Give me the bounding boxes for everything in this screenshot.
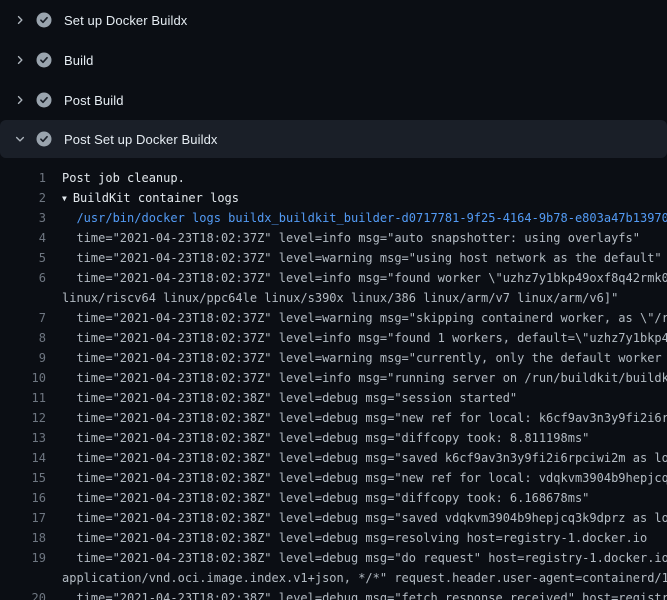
log-line-number[interactable] <box>0 288 46 308</box>
log-line-number[interactable]: 13 <box>0 428 46 448</box>
log-line-number[interactable]: 20 <box>0 588 46 600</box>
log-line-number[interactable]: 3 <box>0 208 46 228</box>
check-circle-icon <box>36 12 52 28</box>
step-list: Set up Docker Buildx Build Post Build Po… <box>0 0 667 158</box>
log-line-number[interactable]: 1 <box>0 168 46 188</box>
log-line: 2 ▼BuildKit container logs <box>0 188 667 208</box>
step-row[interactable]: Post Set up Docker Buildx <box>0 120 667 158</box>
log-line-number[interactable]: 15 <box>0 468 46 488</box>
log-line: 20 time="2021-04-23T18:02:38Z" level=deb… <box>0 588 667 600</box>
log-line-number[interactable]: 8 <box>0 328 46 348</box>
log-line-number[interactable]: 11 <box>0 388 46 408</box>
log-line-text: time="2021-04-23T18:02:38Z" level=debug … <box>62 448 667 468</box>
log-line-number[interactable]: 16 <box>0 488 46 508</box>
log-line: 4 time="2021-04-23T18:02:37Z" level=info… <box>0 228 667 248</box>
collapse-triangle-icon: ▼ <box>62 189 67 208</box>
log-line-text: time="2021-04-23T18:02:38Z" level=debug … <box>62 428 589 448</box>
log-line-text: time="2021-04-23T18:02:38Z" level=debug … <box>62 588 667 600</box>
check-circle-icon <box>36 131 52 147</box>
log-line-number[interactable]: 4 <box>0 228 46 248</box>
log-line: 5 time="2021-04-23T18:02:37Z" level=warn… <box>0 248 667 268</box>
chevron-right-icon <box>12 92 28 108</box>
log-line: 13 time="2021-04-23T18:02:38Z" level=deb… <box>0 428 667 448</box>
step-row[interactable]: Set up Docker Buildx <box>0 0 667 40</box>
log-line: linux/riscv64 linux/ppc64le linux/s390x … <box>0 288 667 308</box>
log-line-text: linux/riscv64 linux/ppc64le linux/s390x … <box>62 288 618 308</box>
log-line-number[interactable]: 17 <box>0 508 46 528</box>
log-line-number[interactable]: 18 <box>0 528 46 548</box>
chevron-right-icon <box>12 52 28 68</box>
log-line-text: time="2021-04-23T18:02:37Z" level=info m… <box>62 268 667 288</box>
log-line: 3 /usr/bin/docker logs buildx_buildkit_b… <box>0 208 667 228</box>
log-line: 7 time="2021-04-23T18:02:37Z" level=warn… <box>0 308 667 328</box>
log-line-number[interactable]: 6 <box>0 268 46 288</box>
log-line-text: time="2021-04-23T18:02:38Z" level=debug … <box>62 488 589 508</box>
log-line-number[interactable]: 14 <box>0 448 46 468</box>
step-title: Post Build <box>64 93 124 108</box>
step-title: Build <box>64 53 93 68</box>
check-circle-icon <box>36 52 52 68</box>
log-line-text: time="2021-04-23T18:02:38Z" level=debug … <box>62 548 667 568</box>
log-line-text[interactable]: ▼BuildKit container logs <box>62 188 239 208</box>
log-line: 16 time="2021-04-23T18:02:38Z" level=deb… <box>0 488 667 508</box>
log-line-number[interactable]: 12 <box>0 408 46 428</box>
log-line-text: time="2021-04-23T18:02:38Z" level=debug … <box>62 388 517 408</box>
log-line-text: time="2021-04-23T18:02:37Z" level=info m… <box>62 368 667 388</box>
step-title: Post Set up Docker Buildx <box>64 132 218 147</box>
log-line-number[interactable]: 10 <box>0 368 46 388</box>
log-line-text: Post job cleanup. <box>62 168 185 188</box>
log-line: 17 time="2021-04-23T18:02:38Z" level=deb… <box>0 508 667 528</box>
log-line-text: time="2021-04-23T18:02:38Z" level=debug … <box>62 408 667 428</box>
log-line-text: time="2021-04-23T18:02:37Z" level=info m… <box>62 328 667 348</box>
log-line: 11 time="2021-04-23T18:02:38Z" level=deb… <box>0 388 667 408</box>
chevron-right-icon <box>12 12 28 28</box>
log-line: 18 time="2021-04-23T18:02:38Z" level=deb… <box>0 528 667 548</box>
check-circle-icon <box>36 92 52 108</box>
log-line-number[interactable]: 2 <box>0 188 46 208</box>
workflow-log-viewer: Set up Docker Buildx Build Post Build Po… <box>0 0 667 600</box>
log-line-text: time="2021-04-23T18:02:38Z" level=debug … <box>62 508 667 528</box>
log-line-text: time="2021-04-23T18:02:37Z" level=warnin… <box>62 308 667 328</box>
step-title: Set up Docker Buildx <box>64 13 187 28</box>
log-line-text: time="2021-04-23T18:02:37Z" level=warnin… <box>62 248 662 268</box>
log-line: 9 time="2021-04-23T18:02:37Z" level=warn… <box>0 348 667 368</box>
log-line-text: time="2021-04-23T18:02:37Z" level=info m… <box>62 228 640 248</box>
log-line: 19 time="2021-04-23T18:02:38Z" level=deb… <box>0 548 667 568</box>
log-line: 8 time="2021-04-23T18:02:37Z" level=info… <box>0 328 667 348</box>
log-line-text: /usr/bin/docker logs buildx_buildkit_bui… <box>62 208 667 228</box>
log-line-text: time="2021-04-23T18:02:37Z" level=warnin… <box>62 348 667 368</box>
log-line: 14 time="2021-04-23T18:02:38Z" level=deb… <box>0 448 667 468</box>
log-line: 12 time="2021-04-23T18:02:38Z" level=deb… <box>0 408 667 428</box>
chevron-down-icon <box>12 131 28 147</box>
step-row[interactable]: Post Build <box>0 80 667 120</box>
log-line: application/vnd.oci.image.index.v1+json,… <box>0 568 667 588</box>
log-line: 10 time="2021-04-23T18:02:37Z" level=inf… <box>0 368 667 388</box>
log-line-number[interactable]: 19 <box>0 548 46 568</box>
log-line-number[interactable]: 9 <box>0 348 46 368</box>
log-area[interactable]: 1 Post job cleanup. 2 ▼BuildKit containe… <box>0 158 667 600</box>
log-line-text: time="2021-04-23T18:02:38Z" level=debug … <box>62 528 647 548</box>
log-line: 6 time="2021-04-23T18:02:37Z" level=info… <box>0 268 667 288</box>
log-line: 15 time="2021-04-23T18:02:38Z" level=deb… <box>0 468 667 488</box>
log-line-number[interactable]: 7 <box>0 308 46 328</box>
log-line-text: application/vnd.oci.image.index.v1+json,… <box>62 568 667 588</box>
step-row[interactable]: Build <box>0 40 667 80</box>
log-line-text: time="2021-04-23T18:02:38Z" level=debug … <box>62 468 667 488</box>
log-line: 1 Post job cleanup. <box>0 168 667 188</box>
log-line-number[interactable] <box>0 568 46 588</box>
log-line-number[interactable]: 5 <box>0 248 46 268</box>
